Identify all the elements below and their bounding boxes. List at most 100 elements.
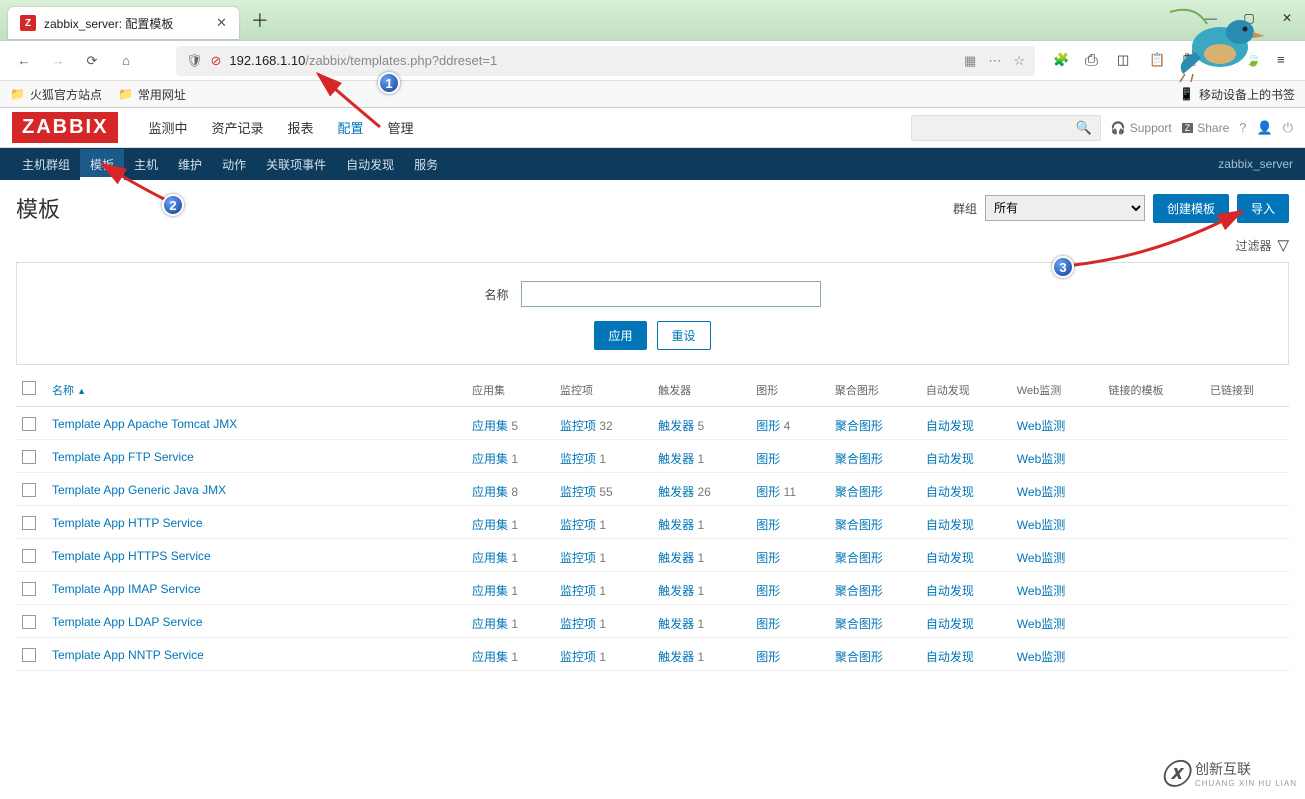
shield-icon[interactable]: 🛡	[186, 53, 203, 69]
app-cell[interactable]: 应用集 1	[466, 539, 554, 572]
column-header[interactable]: 监控项	[554, 373, 652, 407]
extensions-icon[interactable]: 🧩	[1053, 52, 1071, 70]
agg-cell[interactable]: 聚合图形	[829, 572, 920, 605]
disc-cell[interactable]: 自动发现	[920, 473, 1011, 506]
main-nav-item[interactable]: 报表	[275, 108, 325, 147]
leaf-icon[interactable]: 🍃	[1245, 52, 1263, 70]
column-header[interactable]: 已链接到	[1204, 373, 1289, 407]
template-name-link[interactable]: Template App FTP Service	[52, 450, 194, 464]
template-name-link[interactable]: Template App IMAP Service	[52, 582, 201, 596]
address-bar[interactable]: 🛡 ⊘ 192.168.1.10/zabbix/templates.php?dd…	[176, 46, 1035, 76]
sub-nav-item[interactable]: 关联项事件	[256, 149, 336, 180]
notes-icon[interactable]: 📋	[1149, 52, 1167, 70]
disc-cell[interactable]: 自动发现	[920, 638, 1011, 671]
trig-cell[interactable]: 触发器 1	[652, 440, 750, 473]
app-cell[interactable]: 应用集 8	[466, 473, 554, 506]
zabbix-logo[interactable]: ZABBIX	[12, 112, 118, 143]
filter-reset-button[interactable]: 重设	[657, 321, 711, 350]
sub-nav-item[interactable]: 模板	[80, 149, 124, 180]
filter-toggle-label[interactable]: 过滤器	[1235, 237, 1271, 254]
mon-cell[interactable]: 监控项 1	[554, 440, 652, 473]
web-cell[interactable]: Web监测	[1011, 473, 1103, 506]
import-button[interactable]: 导入	[1237, 194, 1289, 223]
reload-icon[interactable]: ⟳	[78, 47, 106, 75]
web-cell[interactable]: Web监测	[1011, 605, 1103, 638]
gra-cell[interactable]: 图形	[750, 605, 829, 638]
menu-icon[interactable]: ≡	[1277, 52, 1295, 70]
mon-cell[interactable]: 监控项 55	[554, 473, 652, 506]
agg-cell[interactable]: 聚合图形	[829, 605, 920, 638]
reader-icon[interactable]: ▦	[964, 53, 976, 69]
web-cell[interactable]: Web监测	[1011, 407, 1103, 440]
web-cell[interactable]: Web监测	[1011, 638, 1103, 671]
mon-cell[interactable]: 监控项 1	[554, 572, 652, 605]
web-cell[interactable]: Web监测	[1011, 506, 1103, 539]
trig-cell[interactable]: 触发器 1	[652, 506, 750, 539]
app-cell[interactable]: 应用集 1	[466, 440, 554, 473]
column-header[interactable]: 触发器	[652, 373, 750, 407]
template-name-link[interactable]: Template App NNTP Service	[52, 648, 204, 662]
main-nav-item[interactable]: 管理	[376, 108, 426, 147]
sub-nav-item[interactable]: 主机	[124, 149, 168, 180]
gra-cell[interactable]: 图形	[750, 506, 829, 539]
agg-cell[interactable]: 聚合图形	[829, 440, 920, 473]
web-cell[interactable]: Web监测	[1011, 440, 1103, 473]
bookmark-folder-1[interactable]: 📁火狐官方站点	[10, 86, 102, 103]
gra-cell[interactable]: 图形	[750, 440, 829, 473]
sub-nav-item[interactable]: 自动发现	[336, 149, 404, 180]
gra-cell[interactable]: 图形 4	[750, 407, 829, 440]
help-icon[interactable]: ?	[1239, 120, 1246, 135]
column-header[interactable]: 名称 ▲	[46, 373, 466, 407]
gra-cell[interactable]: 图形	[750, 539, 829, 572]
gra-cell[interactable]: 图形	[750, 572, 829, 605]
mon-cell[interactable]: 监控项 1	[554, 506, 652, 539]
column-header[interactable]: 图形	[750, 373, 829, 407]
more-icon[interactable]: ⋯	[988, 53, 1001, 69]
web-cell[interactable]: Web监测	[1011, 572, 1103, 605]
web-cell[interactable]: Web监测	[1011, 539, 1103, 572]
forward-icon[interactable]: →	[44, 47, 72, 75]
search-icon[interactable]: 🔍	[1076, 120, 1092, 136]
pocket-icon[interactable]: 🛍0	[1181, 52, 1199, 70]
column-header[interactable]: Web监测	[1011, 373, 1103, 407]
template-name-link[interactable]: Template App Generic Java JMX	[52, 483, 226, 497]
gra-cell[interactable]: 图形	[750, 638, 829, 671]
row-checkbox[interactable]	[22, 450, 36, 464]
disc-cell[interactable]: 自动发现	[920, 572, 1011, 605]
agg-cell[interactable]: 聚合图形	[829, 473, 920, 506]
row-checkbox[interactable]	[22, 516, 36, 530]
agg-cell[interactable]: 聚合图形	[829, 539, 920, 572]
share-link[interactable]: Z Share	[1182, 121, 1230, 135]
search-input[interactable]: 🔍	[911, 115, 1101, 141]
sub-nav-item[interactable]: 维护	[168, 149, 212, 180]
template-name-link[interactable]: Template App Apache Tomcat JMX	[52, 417, 237, 431]
app-cell[interactable]: 应用集 1	[466, 572, 554, 605]
gra-cell[interactable]: 图形 11	[750, 473, 829, 506]
create-template-button[interactable]: 创建模板	[1153, 194, 1229, 223]
app-cell[interactable]: 应用集 1	[466, 506, 554, 539]
home-icon[interactable]: ⌂	[112, 47, 140, 75]
sub-nav-item[interactable]: 主机群组	[12, 149, 80, 180]
column-header[interactable]: 自动发现	[920, 373, 1011, 407]
support-link[interactable]: 🎧 Support	[1111, 121, 1172, 135]
mon-cell[interactable]: 监控项 32	[554, 407, 652, 440]
filter-name-input[interactable]	[521, 281, 821, 307]
main-nav-item[interactable]: 监测中	[136, 108, 199, 147]
group-select[interactable]: 所有	[985, 195, 1145, 221]
bookmark-star-icon[interactable]: ☆	[1013, 53, 1025, 69]
sub-nav-item[interactable]: 动作	[212, 149, 256, 180]
agg-cell[interactable]: 聚合图形	[829, 506, 920, 539]
trig-cell[interactable]: 触发器 1	[652, 572, 750, 605]
new-tab-icon[interactable]: ＋	[251, 7, 269, 33]
row-checkbox[interactable]	[22, 582, 36, 596]
agg-cell[interactable]: 聚合图形	[829, 407, 920, 440]
main-nav-item[interactable]: 资产记录	[199, 108, 275, 147]
disc-cell[interactable]: 自动发现	[920, 407, 1011, 440]
row-checkbox[interactable]	[22, 417, 36, 431]
sidebar-icon[interactable]: ◫	[1117, 52, 1135, 70]
column-header[interactable]: 聚合图形	[829, 373, 920, 407]
template-name-link[interactable]: Template App LDAP Service	[52, 615, 203, 629]
bookmark-folder-2[interactable]: 📁常用网址	[118, 86, 186, 103]
power-icon[interactable]: ⏻	[1283, 120, 1293, 136]
trig-cell[interactable]: 触发器 1	[652, 638, 750, 671]
